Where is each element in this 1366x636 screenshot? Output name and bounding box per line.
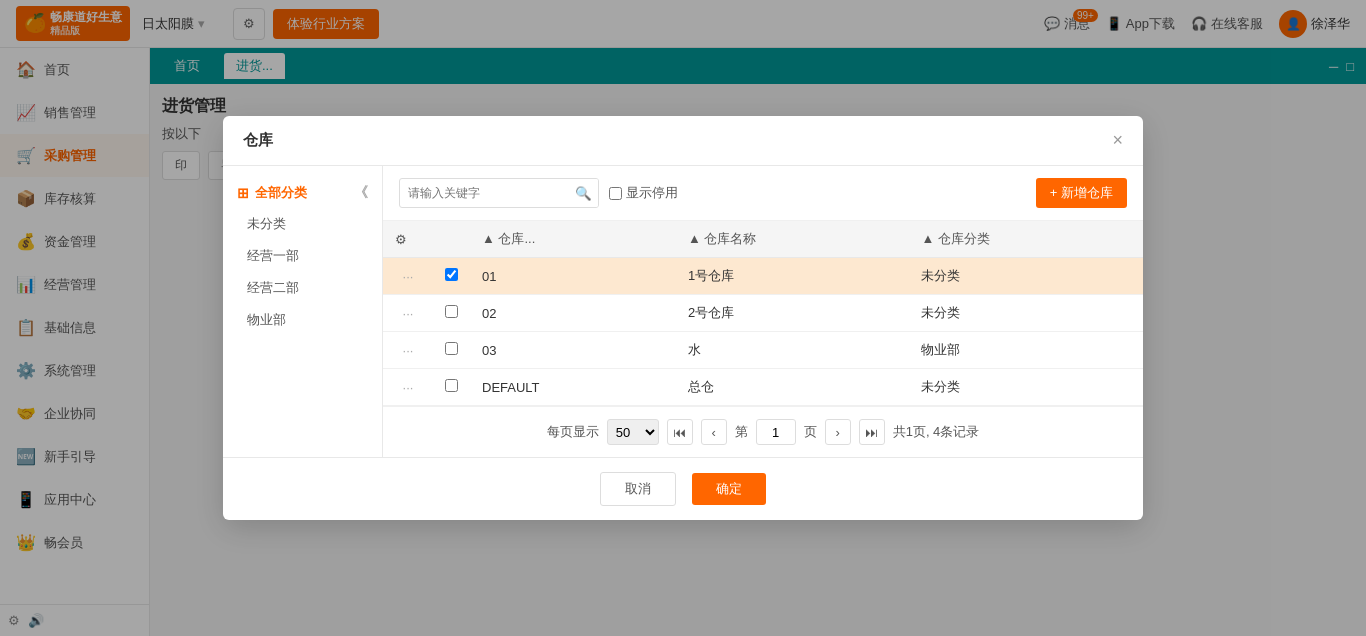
warehouse-table: ⚙ ▲ 仓库... ▲ 仓库名称 ▲ 仓库分类 (383, 221, 1143, 406)
row-checkbox[interactable] (445, 342, 458, 355)
modal-title: 仓库 (243, 131, 273, 150)
row-checkbox[interactable] (445, 305, 458, 318)
category-panel: ⊞ 全部分类 《 未分类 经营一部 经营二部 物业部 (223, 166, 383, 457)
row-name: 1号仓库 (676, 258, 910, 295)
row-checkbox-cell[interactable] (433, 295, 470, 332)
category-item-ops2[interactable]: 经营二部 (223, 272, 382, 304)
row-name: 水 (676, 332, 910, 369)
total-info: 共1页, 4条记录 (893, 423, 980, 441)
confirm-button[interactable]: 确定 (692, 473, 766, 505)
first-page-button[interactable]: ⏮ (667, 419, 693, 445)
col-name: ▲ 仓库名称 (676, 221, 910, 258)
row-checkbox-cell[interactable] (433, 369, 470, 406)
cancel-button[interactable]: 取消 (600, 472, 676, 506)
search-input[interactable] (400, 186, 568, 200)
row-checkbox-cell[interactable] (433, 258, 470, 295)
col-checkbox (433, 221, 470, 258)
modal-footer: 取消 确定 (223, 457, 1143, 520)
content-toolbar: 🔍 显示停用 + 新增仓库 (383, 166, 1143, 221)
modal-close-button[interactable]: × (1112, 130, 1123, 151)
show-disabled-checkbox-label[interactable]: 显示停用 (609, 184, 678, 202)
next-page-button[interactable]: › (825, 419, 851, 445)
show-disabled-label: 显示停用 (626, 184, 678, 202)
grid-icon: ⊞ (237, 185, 249, 201)
row-name: 总仓 (676, 369, 910, 406)
row-code: 01 (470, 258, 676, 295)
content-panel: 🔍 显示停用 + 新增仓库 ⚙ (383, 166, 1143, 457)
row-code: DEFAULT (470, 369, 676, 406)
col-code: ▲ 仓库... (470, 221, 676, 258)
col-settings: ⚙ (383, 221, 433, 258)
row-name: 2号仓库 (676, 295, 910, 332)
page-size-label: 每页显示 (547, 423, 599, 441)
row-actions[interactable]: ··· (383, 258, 433, 295)
table-header: ⚙ ▲ 仓库... ▲ 仓库名称 ▲ 仓库分类 (383, 221, 1143, 258)
table-row[interactable]: ··· DEFAULT 总仓 未分类 (383, 369, 1143, 406)
add-warehouse-button[interactable]: + 新增仓库 (1036, 178, 1127, 208)
modal-header: 仓库 × (223, 116, 1143, 166)
modal-overlay: 仓库 × ⊞ 全部分类 《 未分类 经营一部 经营二部 (0, 0, 1366, 636)
last-page-button[interactable]: ⏭ (859, 419, 885, 445)
table-row[interactable]: ··· 01 1号仓库 未分类 (383, 258, 1143, 295)
row-category: 未分类 (909, 369, 1143, 406)
row-code: 03 (470, 332, 676, 369)
search-box: 🔍 (399, 178, 599, 208)
row-checkbox[interactable] (445, 268, 458, 281)
category-item-uncategorized[interactable]: 未分类 (223, 208, 382, 240)
page-size-select[interactable]: 50 20 100 (607, 419, 659, 445)
all-categories-label: 全部分类 (255, 184, 307, 202)
page-unit: 页 (804, 423, 817, 441)
show-disabled-checkbox[interactable] (609, 187, 622, 200)
row-checkbox-cell[interactable] (433, 332, 470, 369)
search-button[interactable]: 🔍 (568, 178, 598, 208)
page-input[interactable] (756, 419, 796, 445)
row-category: 未分类 (909, 258, 1143, 295)
row-category: 未分类 (909, 295, 1143, 332)
page-label: 第 (735, 423, 748, 441)
all-categories-header[interactable]: ⊞ 全部分类 《 (223, 178, 382, 208)
row-actions[interactable]: ··· (383, 369, 433, 406)
warehouse-modal: 仓库 × ⊞ 全部分类 《 未分类 经营一部 经营二部 (223, 116, 1143, 520)
prev-page-button[interactable]: ‹ (701, 419, 727, 445)
col-category: ▲ 仓库分类 (909, 221, 1143, 258)
collapse-icon[interactable]: 《 (354, 184, 368, 202)
table-row[interactable]: ··· 03 水 物业部 (383, 332, 1143, 369)
table-body: ··· 01 1号仓库 未分类 ··· 02 2号仓库 未分类 ··· 03 水… (383, 258, 1143, 406)
row-checkbox[interactable] (445, 379, 458, 392)
category-item-ops1[interactable]: 经营一部 (223, 240, 382, 272)
table-scroll: ⚙ ▲ 仓库... ▲ 仓库名称 ▲ 仓库分类 (383, 221, 1143, 406)
row-code: 02 (470, 295, 676, 332)
modal-body: ⊞ 全部分类 《 未分类 经营一部 经营二部 物业部 (223, 166, 1143, 457)
row-category: 物业部 (909, 332, 1143, 369)
pagination: 每页显示 50 20 100 ⏮ ‹ 第 页 › ⏭ 共1页, 4条记录 (383, 406, 1143, 457)
category-item-property[interactable]: 物业部 (223, 304, 382, 336)
row-actions[interactable]: ··· (383, 295, 433, 332)
table-row[interactable]: ··· 02 2号仓库 未分类 (383, 295, 1143, 332)
row-actions[interactable]: ··· (383, 332, 433, 369)
